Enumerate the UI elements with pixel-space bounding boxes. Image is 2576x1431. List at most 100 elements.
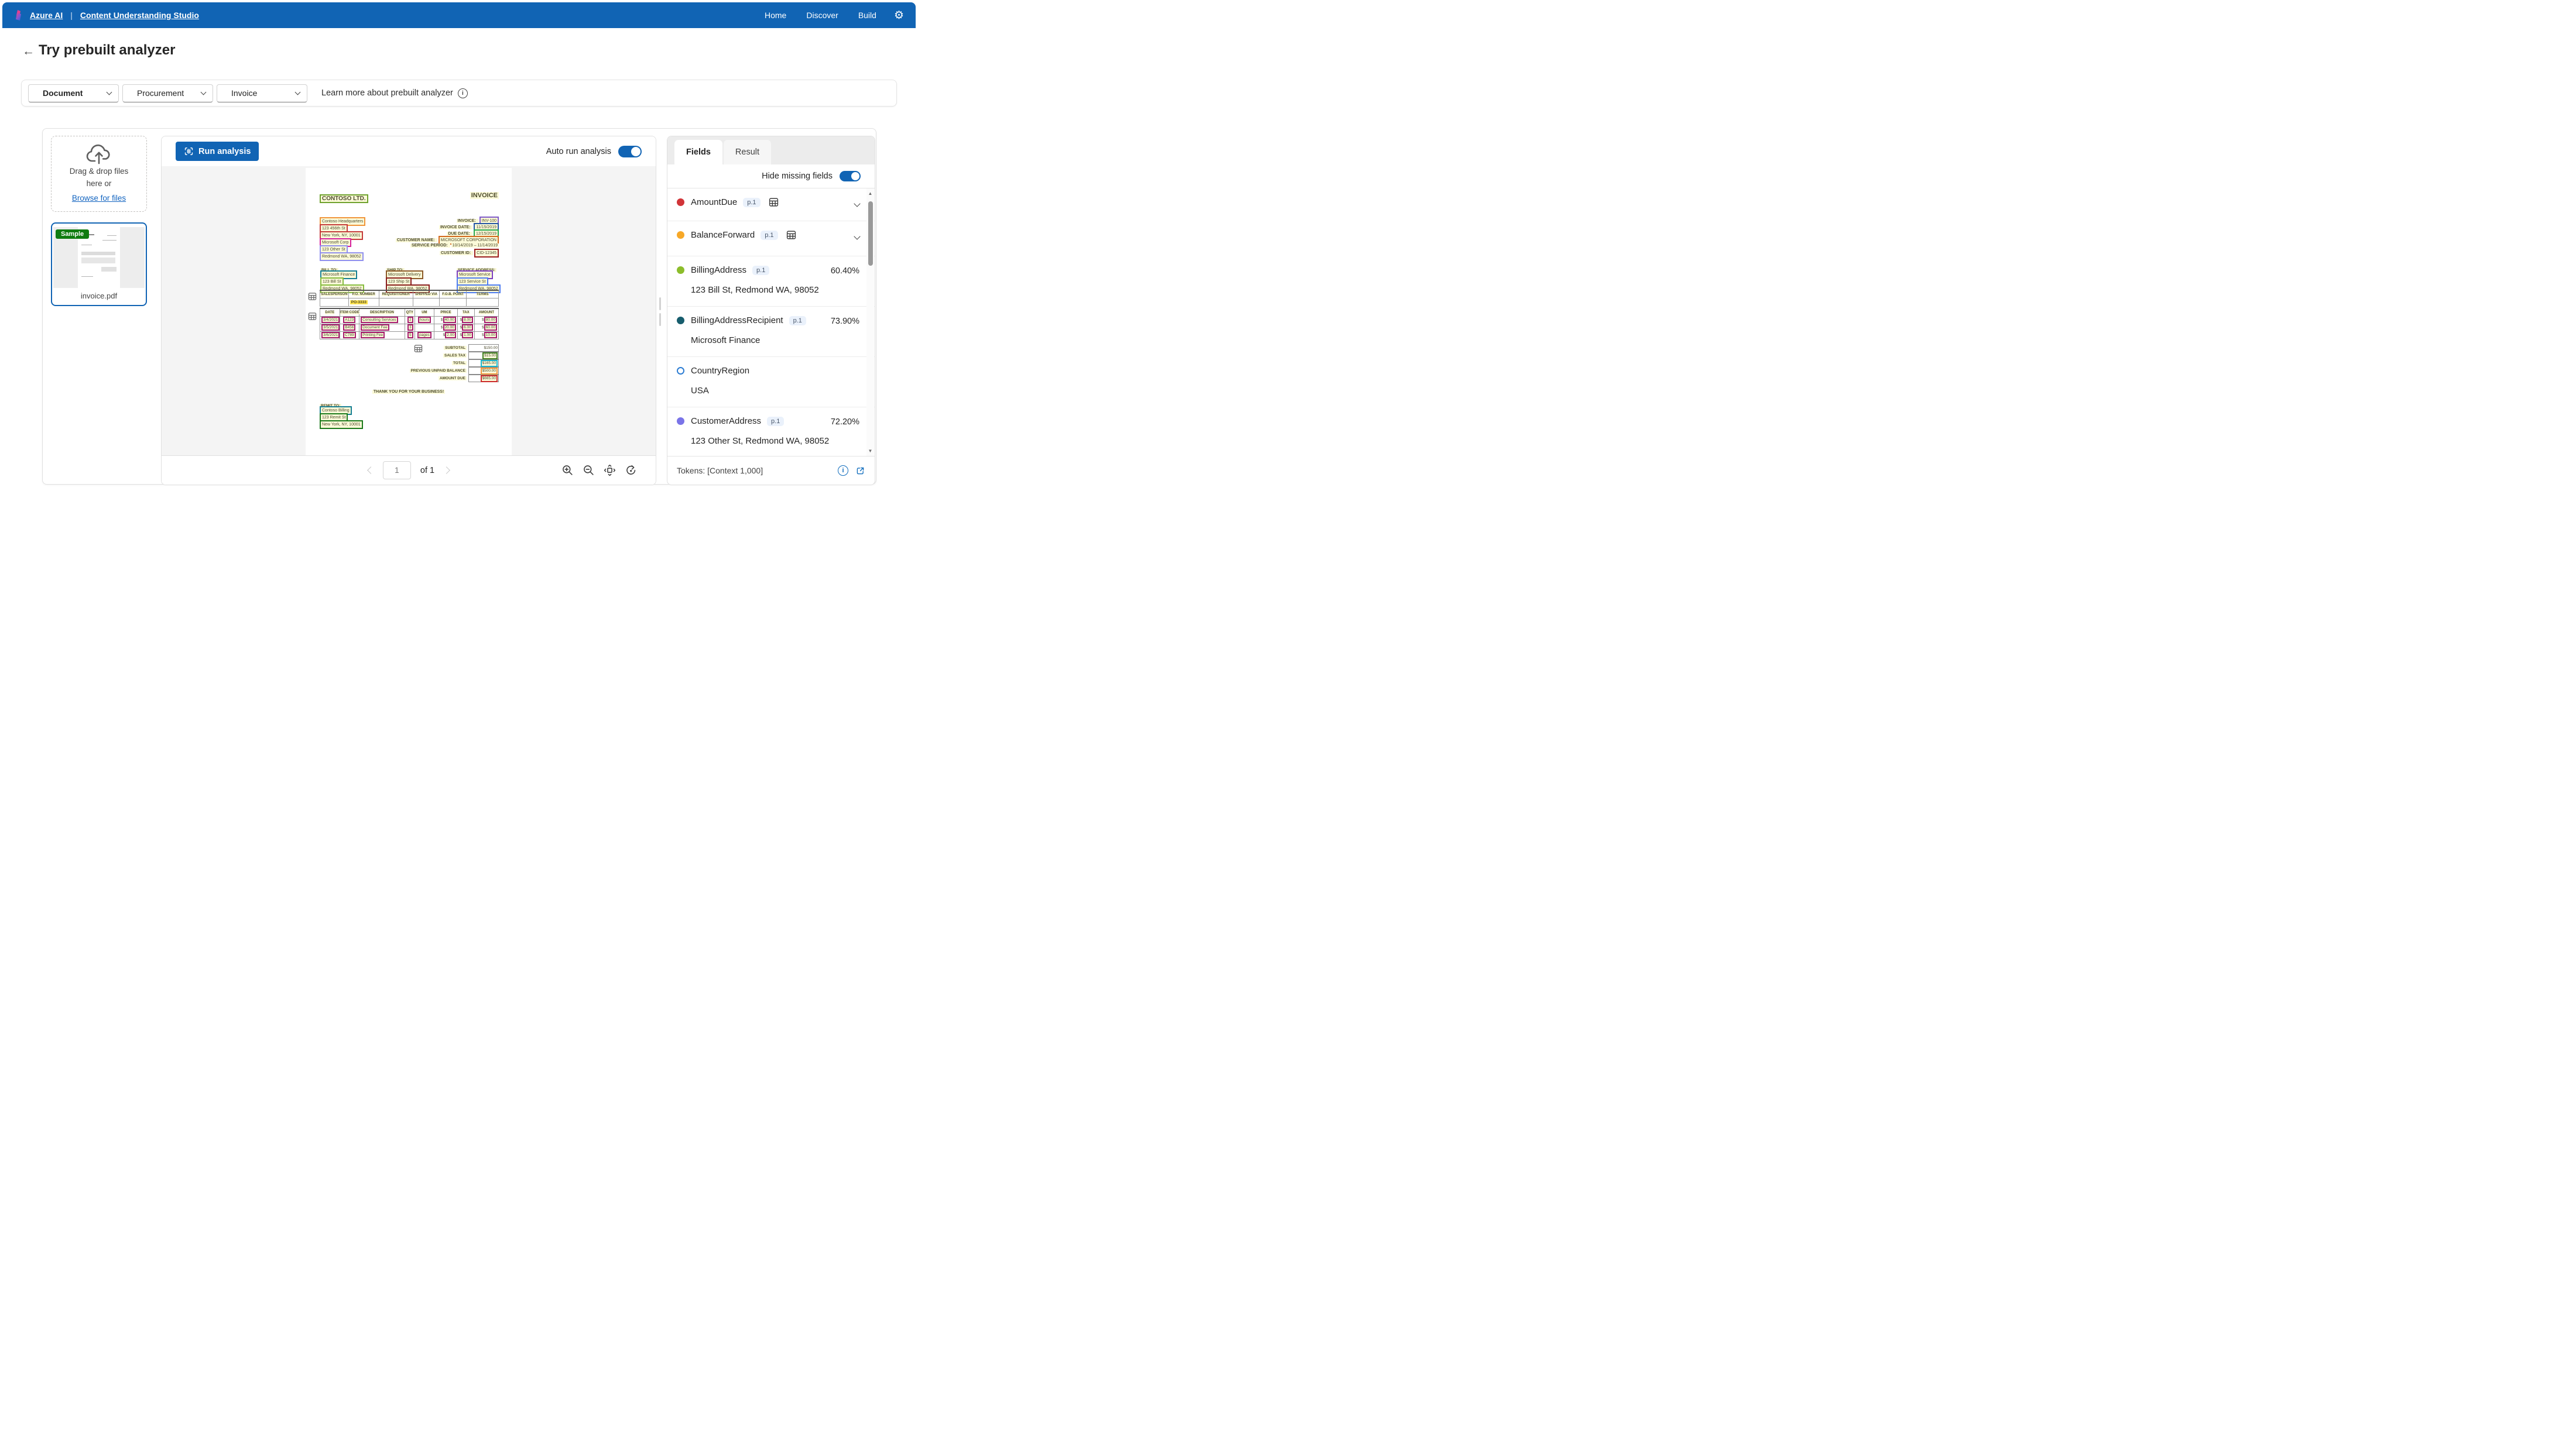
field-row[interactable]: CustomerAddress p.1 72.20% 123 Other St, Re… — [667, 407, 875, 456]
next-page-icon[interactable] — [443, 466, 450, 474]
total-row: TOTAL $165.00 — [410, 359, 499, 367]
field-row[interactable]: BillingAddressRecipient p.1 73.90% Microsof… — [667, 307, 875, 357]
field-name: BillingAddress — [691, 265, 747, 275]
annotated-text: INVOICE — [470, 192, 499, 199]
browse-for-files-link[interactable]: Browse for files — [72, 194, 126, 203]
run-analysis-button[interactable]: Run analysis — [176, 142, 259, 161]
field-name: BalanceForward — [691, 230, 755, 240]
field-value: USA — [691, 386, 709, 396]
topbar-nav: Home Discover Build — [765, 11, 876, 20]
table-icon — [769, 197, 779, 207]
previous-page-icon[interactable] — [367, 466, 375, 474]
field-row[interactable]: BalanceForward p.1 — [667, 221, 875, 256]
brand-studio-link[interactable]: Content Understanding Studio — [80, 11, 199, 20]
confidence-value: 60.40% — [830, 266, 859, 276]
scroll-down-icon[interactable]: ▼ — [866, 448, 874, 454]
zoom-out-icon[interactable] — [583, 464, 595, 476]
customer-address-line: Redmond WA, 98052 — [320, 252, 364, 261]
page-badge: p.1 — [743, 197, 761, 207]
confidence-value: 72.20% — [830, 417, 859, 427]
file-drop-zone[interactable]: Drag & drop files here or Browse for fil… — [51, 136, 147, 212]
auto-run-group: Auto run analysis — [546, 145, 642, 157]
back-arrow-icon[interactable]: ← — [22, 44, 35, 59]
nav-build[interactable]: Build — [858, 11, 876, 20]
field-name: CustomerAddress — [691, 416, 762, 426]
nav-home[interactable]: Home — [765, 11, 786, 20]
field-value: Microsoft Finance — [691, 335, 761, 345]
dropdown-document[interactable]: Document — [28, 84, 119, 102]
page-badge: p.1 — [767, 416, 785, 426]
field-list-scrollbar[interactable]: ▲ ▼ — [866, 188, 874, 456]
field-row-head: BalanceForward p.1 — [677, 221, 858, 240]
meta-line: INVOICE DATE: 11/15/2019 — [396, 223, 499, 232]
page-number-input[interactable] — [382, 461, 411, 479]
tokens-info-icon[interactable]: i — [838, 465, 848, 476]
learn-more-group: Learn more about prebuilt analyzer i — [321, 88, 468, 98]
totals-block: SUBTOTAL $150.00 SALES TAX $15.00 TOTAL $165.… — [409, 344, 499, 382]
viewer-toolbar: Run analysis Auto run analysis — [162, 136, 656, 166]
tab-result[interactable]: Result — [723, 140, 772, 164]
nav-discover[interactable]: Discover — [806, 11, 838, 20]
meta-line: CUSTOMER NAME: MICROSOFT CORPORATION — [395, 236, 499, 245]
confidence-value: 73.90% — [830, 317, 859, 326]
total-cell: $665.00 — [468, 374, 499, 382]
field-row-head: AmountDue p.1 — [677, 188, 858, 207]
hide-missing-label: Hide missing fields — [762, 171, 833, 181]
meta-line: SERVICE PERIOD: 10/14/2019 – 11/14/2019 — [396, 242, 499, 249]
analyzer-workspace-card: Drag & drop files here or Browse for fil… — [42, 128, 876, 485]
brand-azure-ai-link[interactable]: Azure AI — [30, 11, 63, 20]
field-row[interactable]: AmountDue p.1 — [667, 188, 875, 221]
document-canvas[interactable]: CONTOSO LTD. INVOICE Contoso Headquarters 1… — [162, 166, 656, 455]
dropdown-procurement[interactable]: Procurement — [122, 84, 213, 102]
open-external-icon[interactable] — [855, 466, 865, 476]
page-count-label: of 1 — [420, 465, 435, 475]
table-detect-icon — [308, 292, 317, 301]
hide-missing-toggle[interactable] — [840, 171, 861, 181]
panel-tab-header: Fields Result — [667, 136, 875, 164]
azure-ai-logo-icon — [14, 9, 24, 21]
dropdown-invoice[interactable]: Invoice — [217, 84, 307, 102]
invoice-document-page: CONTOSO LTD. INVOICE Contoso Headquarters 1… — [306, 168, 512, 455]
pager: of 1 — [367, 461, 450, 479]
meta-label: SERVICE PERIOD: — [410, 243, 450, 248]
total-value: $15.00 — [482, 352, 498, 359]
field-color-dot — [677, 266, 684, 274]
settings-gear-icon[interactable]: ⚙ — [894, 10, 904, 21]
rotate-icon[interactable] — [625, 464, 637, 476]
address-block-line: 123 Ship St — [386, 277, 412, 286]
page-badge: p.1 — [752, 265, 770, 275]
fit-to-page-icon[interactable] — [604, 464, 616, 476]
thank-you-line: THANK YOU FOR YOUR BUSINESS! — [372, 385, 446, 396]
remit-line: New York, NY, 10001 — [320, 420, 363, 429]
annotated-text: New York, NY, 10001 — [320, 420, 363, 429]
field-color-dot — [677, 367, 684, 375]
info-icon[interactable]: i — [457, 88, 468, 98]
field-row[interactable]: CountryRegion USA — [667, 357, 875, 407]
run-analysis-label: Run analysis — [198, 146, 251, 156]
total-label: TOTAL — [451, 361, 467, 365]
zoom-in-icon[interactable] — [561, 464, 574, 476]
auto-run-toggle[interactable] — [618, 145, 642, 157]
panel-resize-handle[interactable] — [659, 297, 662, 328]
field-value: 123 Other St, Redmond WA, 98052 — [691, 436, 830, 446]
scroll-up-icon[interactable]: ▲ — [866, 191, 874, 196]
line-items-table: DATE ITEM CODE DESCRIPTION QTY UM PRICE TAX AMO… — [320, 308, 499, 339]
sample-file-thumbnail[interactable]: Sample invoice.pdf — [51, 222, 147, 306]
field-list: AmountDue p.1 BalanceForward p.1 BillingAddr… — [667, 188, 875, 456]
table-icon — [786, 230, 796, 240]
meta-label: INVOICE: — [456, 219, 478, 223]
learn-more-text: Learn more about prebuilt analyzer — [321, 88, 453, 98]
document-viewer-panel: Run analysis Auto run analysis CONTOSO L… — [161, 136, 656, 485]
table-detect-icon — [308, 312, 317, 321]
annotated-text: CONTOSO LTD. — [320, 194, 368, 203]
total-row: SALES TAX $15.00 — [410, 351, 499, 359]
page-badge: p.1 — [761, 230, 778, 240]
field-row[interactable]: BillingAddress p.1 60.40% 123 Bill St, Redm… — [667, 256, 875, 307]
field-row-head: CountryRegion — [677, 357, 858, 376]
tab-fields[interactable]: Fields — [674, 140, 722, 164]
customer-address-line: 123 Other St — [320, 245, 348, 254]
total-label: PREVIOUS UNPAID BALANCE — [409, 369, 467, 373]
scrollbar-thumb[interactable] — [868, 201, 873, 266]
invoice-heading: INVOICE — [470, 190, 499, 200]
dropdown-row: Document Procurement Invoice — [28, 84, 311, 102]
